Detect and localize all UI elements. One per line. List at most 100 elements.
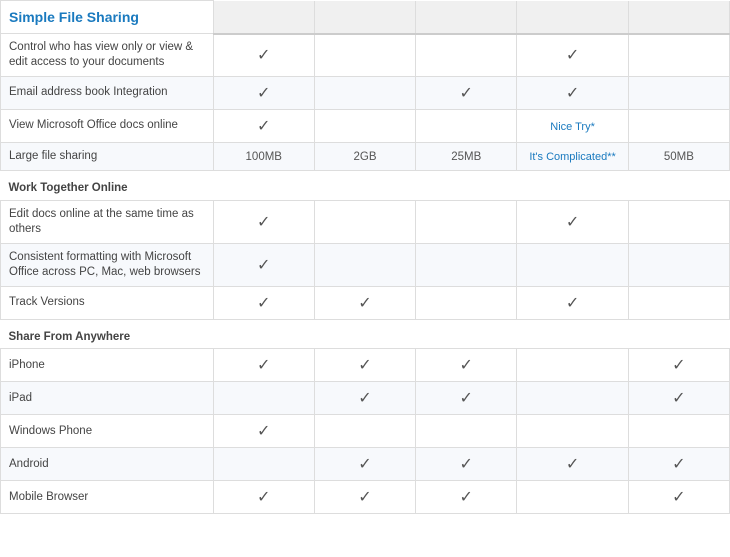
- checkmark-icon: ✓: [460, 390, 473, 407]
- gmail-cell: ✓: [416, 349, 517, 382]
- checkmark-icon: ✓: [566, 456, 579, 473]
- feature-cell: Track Versions: [1, 286, 214, 319]
- table-row: Edit docs online at the same time as oth…: [1, 200, 730, 243]
- dropbox-cell: [314, 415, 415, 448]
- googledocs-cell: ✓: [517, 448, 628, 481]
- googledocs-cell: ✓: [517, 76, 628, 109]
- file-size-label: 50MB: [664, 151, 694, 163]
- skydrive-header: [213, 1, 314, 34]
- yousendit-header: [628, 1, 729, 34]
- checkmark-icon: ✓: [358, 295, 371, 312]
- checkmark-icon: ✓: [257, 295, 270, 312]
- dropbox-cell: ✓: [314, 448, 415, 481]
- checkmark-icon: ✓: [672, 456, 685, 473]
- dropbox-cell: [314, 76, 415, 109]
- checkmark-icon: ✓: [460, 357, 473, 374]
- section-title-2: Share From Anywhere: [1, 319, 730, 349]
- googledocs-cell: It's Complicated**: [517, 142, 628, 170]
- checkmark-icon: ✓: [672, 357, 685, 374]
- dropbox-cell: ✓: [314, 349, 415, 382]
- checkmark-icon: ✓: [257, 357, 270, 374]
- file-size-label: 100MB: [246, 151, 282, 163]
- gmail-cell: [416, 415, 517, 448]
- googledocs-cell: ✓: [517, 200, 628, 243]
- feature-cell: iPad: [1, 382, 214, 415]
- skydrive-cell: ✓: [213, 76, 314, 109]
- table-row: Consistent formatting with Microsoft Off…: [1, 243, 730, 286]
- yousendit-cell: [628, 415, 729, 448]
- feature-cell: Large file sharing: [1, 142, 214, 170]
- checkmark-icon: ✓: [566, 295, 579, 312]
- gmail-cell: [416, 243, 517, 286]
- table-row: Track Versions ✓ ✓ ✓: [1, 286, 730, 319]
- table-row: Large file sharing 100MB 2GB 25MB It's Compl…: [1, 142, 730, 170]
- yousendit-cell: [628, 200, 729, 243]
- gmail-cell: 25MB: [416, 142, 517, 170]
- dropbox-cell: [314, 243, 415, 286]
- yousendit-cell: [628, 109, 729, 142]
- checkmark-icon: ✓: [566, 85, 579, 102]
- yousendit-cell: ✓: [628, 382, 729, 415]
- skydrive-cell: 100MB: [213, 142, 314, 170]
- gmail-cell: ✓: [416, 382, 517, 415]
- yousendit-cell: ✓: [628, 349, 729, 382]
- checkmark-icon: ✓: [460, 85, 473, 102]
- dropbox-cell: [314, 109, 415, 142]
- file-size-label: 2GB: [353, 151, 376, 163]
- feature-cell: Control who has view only or view & edit…: [1, 34, 214, 77]
- checkmark-icon: ✓: [566, 47, 579, 64]
- googledocs-cell: Nice Try*: [517, 109, 628, 142]
- checkmark-icon: ✓: [257, 85, 270, 102]
- feature-cell: Mobile Browser: [1, 481, 214, 514]
- feature-cell: Android: [1, 448, 214, 481]
- table-row: iPhone ✓ ✓ ✓ ✓: [1, 349, 730, 382]
- dropbox-cell: 2GB: [314, 142, 415, 170]
- googledocs-cell: [517, 481, 628, 514]
- section-title-1: Work Together Online: [1, 170, 730, 200]
- gmail-cell: [416, 34, 517, 77]
- googledocs-cell: [517, 382, 628, 415]
- checkmark-icon: ✓: [358, 489, 371, 506]
- yousendit-cell: ✓: [628, 481, 729, 514]
- yousendit-cell: [628, 286, 729, 319]
- gmail-cell: [416, 200, 517, 243]
- checkmark-icon: ✓: [257, 47, 270, 64]
- googledocs-cell: [517, 415, 628, 448]
- googledocs-header: [517, 1, 628, 34]
- gmail-cell: ✓: [416, 448, 517, 481]
- dropbox-cell: ✓: [314, 481, 415, 514]
- feature-cell: iPhone: [1, 349, 214, 382]
- skydrive-cell: ✓: [213, 34, 314, 77]
- gmail-cell: [416, 286, 517, 319]
- table-row: Control who has view only or view & edit…: [1, 34, 730, 77]
- gmail-header: [416, 1, 517, 34]
- table-row: Mobile Browser✓✓✓✓: [1, 481, 730, 514]
- checkmark-icon: ✓: [566, 214, 579, 231]
- file-size-label: 25MB: [451, 151, 481, 163]
- googledocs-cell: [517, 349, 628, 382]
- skydrive-cell: ✓: [213, 286, 314, 319]
- feature-cell: Email address book Integration: [1, 76, 214, 109]
- checkmark-icon: ✓: [257, 118, 270, 135]
- feature-cell: Consistent formatting with Microsoft Off…: [1, 243, 214, 286]
- checkmark-icon: ✓: [358, 357, 371, 374]
- gmail-cell: ✓: [416, 76, 517, 109]
- table-row: View Microsoft Office docs online✓Nice T…: [1, 109, 730, 142]
- yousendit-cell: 50MB: [628, 142, 729, 170]
- skydrive-cell: ✓: [213, 349, 314, 382]
- googledocs-cell: ✓: [517, 34, 628, 77]
- table-row: Android ✓ ✓ ✓ ✓: [1, 448, 730, 481]
- skydrive-cell: ✓: [213, 109, 314, 142]
- yousendit-cell: ✓: [628, 448, 729, 481]
- skydrive-cell: ✓: [213, 243, 314, 286]
- dropbox-cell: [314, 34, 415, 77]
- dropbox-cell: ✓: [314, 382, 415, 415]
- section-header-1: Work Together Online: [1, 170, 730, 200]
- skydrive-cell: [213, 382, 314, 415]
- googledocs-cell: [517, 243, 628, 286]
- checkmark-icon: ✓: [672, 390, 685, 407]
- feature-cell: Windows Phone: [1, 415, 214, 448]
- table-row: Email address book Integration ✓ ✓ ✓: [1, 76, 730, 109]
- skydrive-cell: ✓: [213, 415, 314, 448]
- checkmark-icon: ✓: [460, 456, 473, 473]
